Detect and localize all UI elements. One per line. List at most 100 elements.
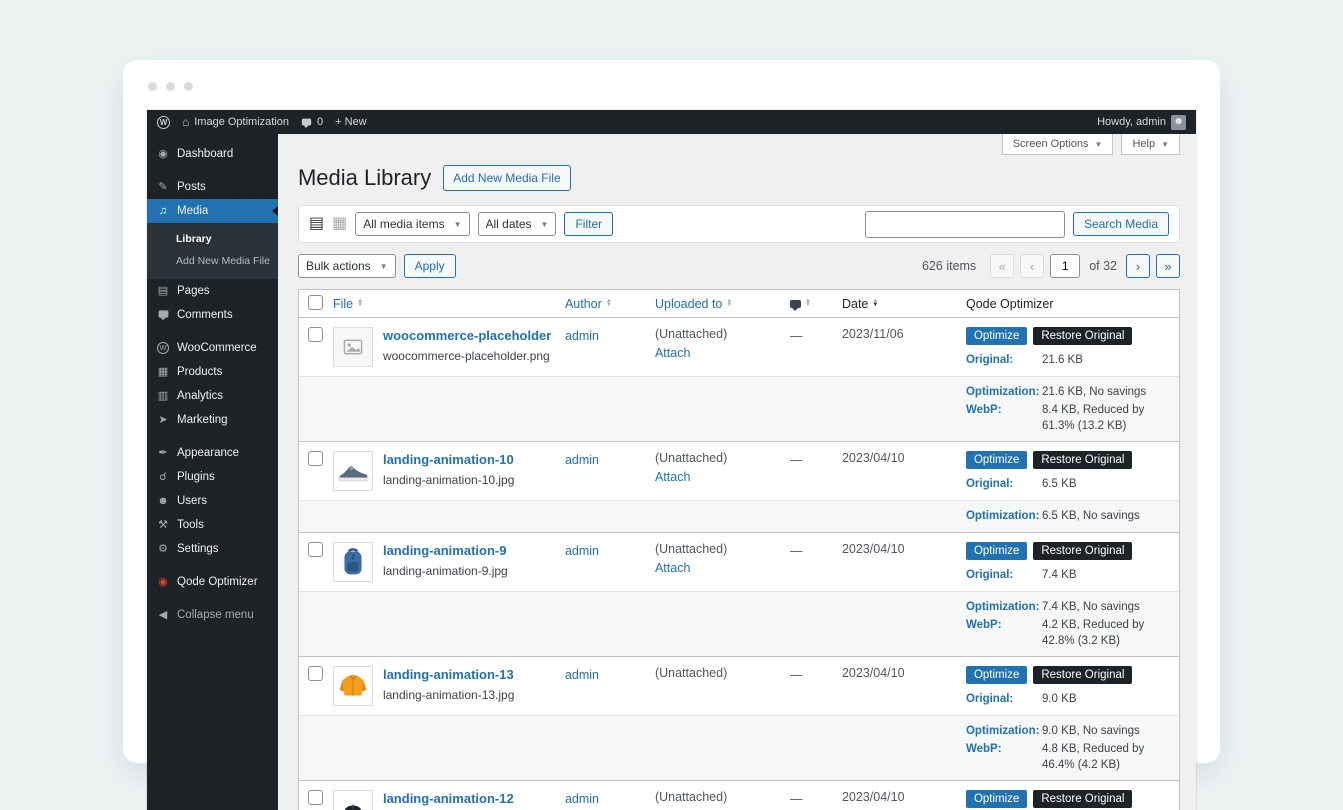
original-size: 9.0 KB	[1041, 692, 1077, 705]
column-header-date[interactable]: Date ▲ ▼	[842, 297, 966, 311]
chevron-down-icon: ▼	[1094, 139, 1103, 149]
sidebar-item-tools[interactable]: ⚒ Tools	[147, 513, 278, 537]
pagination-next-button[interactable]: ›	[1126, 254, 1150, 278]
sneaker-thumbnail[interactable]	[332, 451, 373, 492]
analytics-icon: ▥	[157, 389, 169, 402]
plugins-icon: ☌	[159, 470, 167, 483]
author-link[interactable]: admin	[565, 453, 599, 467]
sidebar-item-label: Pages	[177, 285, 210, 297]
screen-options-button[interactable]: Screen Options ▼	[1001, 134, 1114, 155]
attach-link[interactable]: Attach	[655, 561, 690, 575]
date-filter-select[interactable]: All dates ▼	[477, 212, 557, 236]
media-title-link[interactable]: landing-animation-9	[383, 543, 508, 558]
column-header-comments[interactable]: ▲ ▼	[789, 298, 842, 311]
optimize-button[interactable]: Optimize	[965, 451, 1028, 470]
bulk-actions-select[interactable]: Bulk actions ▼	[297, 254, 396, 278]
new-content-button[interactable]: + New	[335, 116, 367, 128]
sidebar-item-label: Analytics	[177, 390, 224, 402]
author-link[interactable]: admin	[565, 792, 599, 806]
attach-link[interactable]: Attach	[655, 346, 690, 360]
optimize-button[interactable]: Optimize	[965, 327, 1028, 345]
select-all-checkbox[interactable]	[307, 294, 323, 310]
author-link[interactable]: admin	[565, 668, 599, 682]
submenu-item-add-new-media-file[interactable]: Add New Media File	[147, 250, 278, 272]
list-view-icon[interactable]: ▤	[309, 216, 324, 232]
filter-button[interactable]: Filter	[564, 212, 614, 236]
sidebar-item-pages[interactable]: ▤ Pages	[147, 279, 278, 303]
sidebar-item-analytics[interactable]: ▥ Analytics	[147, 384, 278, 408]
pagination-last-button[interactable]: »	[1156, 254, 1180, 278]
sidebar-item-woocommerce[interactable]: W WooCommerce	[147, 336, 278, 360]
restore-original-button[interactable]: Restore Original	[1033, 665, 1133, 684]
sidebar-item-settings[interactable]: ⚙ Settings	[147, 537, 278, 561]
media-type-select[interactable]: All media items ▼	[355, 212, 470, 236]
sidebar-item-dashboard[interactable]: ◉ Dashboard	[147, 142, 278, 166]
column-header-uploaded-to[interactable]: Uploaded to ▲ ▼	[655, 297, 790, 311]
sidebar-item-label: Comments	[177, 309, 233, 321]
table-header-row: File ▲▼ Author ▲▼ Uploaded to ▲▼ ▲▼	[298, 290, 1179, 318]
media-title-link[interactable]: landing-animation-10	[383, 452, 514, 467]
sidebar-item-media[interactable]: ♫ Media	[147, 199, 278, 223]
attach-link[interactable]: Attach	[655, 470, 690, 484]
restore-original-button[interactable]: Restore Original	[1033, 327, 1133, 345]
optimize-button[interactable]: Optimize	[965, 665, 1028, 684]
dashboard-icon: ◉	[158, 147, 168, 160]
column-header-optimizer: Qode Optimizer	[966, 297, 1179, 311]
pagination-first-button[interactable]: «	[990, 254, 1015, 278]
admin-bar-comments[interactable]: 0	[301, 116, 323, 128]
backpack-thumbnail[interactable]	[332, 541, 373, 582]
row-checkbox[interactable]	[307, 541, 323, 557]
row-checkbox[interactable]	[307, 327, 323, 342]
search-media-button[interactable]: Search Media	[1072, 212, 1169, 236]
media-title-link[interactable]: landing-animation-13	[383, 667, 514, 682]
original-label: Original:	[965, 692, 1014, 705]
optimization-result: 6.5 KB, No savings	[1041, 510, 1140, 523]
sidebar-item-posts[interactable]: ✎ Posts	[147, 175, 278, 199]
restore-original-button[interactable]: Restore Original	[1033, 541, 1133, 560]
sidebar-item-plugins[interactable]: ☌ Plugins	[147, 465, 278, 489]
comments-count: —	[789, 453, 803, 468]
site-name-link[interactable]: ⌂ Image Optimization	[182, 115, 289, 129]
media-item-row: landing-animation-9 landing-animation-9.…	[298, 533, 1179, 657]
sidebar-item-collapse-menu[interactable]: ◀ Collapse menu	[147, 603, 278, 627]
pagination-current-input[interactable]	[1050, 254, 1081, 278]
filter-bar: ▤ ▦ All media items ▼ All dates ▼ Filter…	[297, 205, 1180, 243]
sidebar-menu: ◉ Dashboard ✎ Posts ♫ Media Library Add New Med…	[147, 134, 278, 810]
wordpress-logo-icon[interactable]: W	[157, 115, 170, 129]
column-header-file[interactable]: File ▲ ▼	[333, 297, 565, 311]
sidebar-item-qode-optimizer[interactable]: ◉ Qode Optimizer	[147, 570, 278, 594]
sidebar-item-appearance[interactable]: ✒ Appearance	[147, 441, 278, 465]
pagination-prev-button[interactable]: ‹	[1020, 254, 1045, 278]
search-input[interactable]	[864, 210, 1065, 238]
sidebar-item-users[interactable]: ☻ Users	[147, 489, 278, 513]
pagination-total: of 32	[1089, 259, 1117, 273]
media-title-link[interactable]: landing-animation-12	[383, 791, 514, 806]
row-checkbox[interactable]	[307, 790, 323, 806]
optimize-button[interactable]: Optimize	[965, 541, 1028, 560]
chevron-down-icon: ▼	[1161, 139, 1169, 149]
uploaded-status: (Unattached)	[654, 790, 728, 805]
placeholder-thumbnail[interactable]	[332, 327, 373, 367]
column-header-author[interactable]: Author ▲ ▼	[565, 297, 655, 311]
submenu-item-library[interactable]: Library	[147, 228, 278, 250]
author-link[interactable]: admin	[565, 544, 599, 558]
help-button[interactable]: Help ▼	[1121, 134, 1180, 155]
row-checkbox[interactable]	[307, 451, 323, 467]
apply-button[interactable]: Apply	[403, 254, 456, 278]
jacket-thumbnail[interactable]	[332, 665, 373, 706]
sidebar-item-comments[interactable]: Comments	[147, 303, 278, 327]
media-title-link[interactable]: woocommerce-placeholder	[383, 328, 551, 343]
restore-original-button[interactable]: Restore Original	[1033, 790, 1133, 809]
optimizer-header-label: Qode Optimizer	[965, 296, 1054, 311]
author-link[interactable]: admin	[565, 329, 599, 343]
restore-original-button[interactable]: Restore Original	[1033, 451, 1133, 470]
add-new-media-button[interactable]: Add New Media File	[443, 165, 571, 191]
account-menu[interactable]: Howdy, admin ☻	[1097, 114, 1186, 130]
window-dot	[166, 82, 175, 91]
sidebar-item-products[interactable]: ▦ Products	[147, 360, 278, 384]
grid-view-icon[interactable]: ▦	[332, 216, 347, 232]
cap-thumbnail[interactable]	[332, 790, 373, 810]
row-checkbox[interactable]	[307, 665, 323, 681]
optimize-button[interactable]: Optimize	[965, 790, 1028, 809]
sidebar-item-marketing[interactable]: ➤ Marketing	[147, 408, 278, 432]
